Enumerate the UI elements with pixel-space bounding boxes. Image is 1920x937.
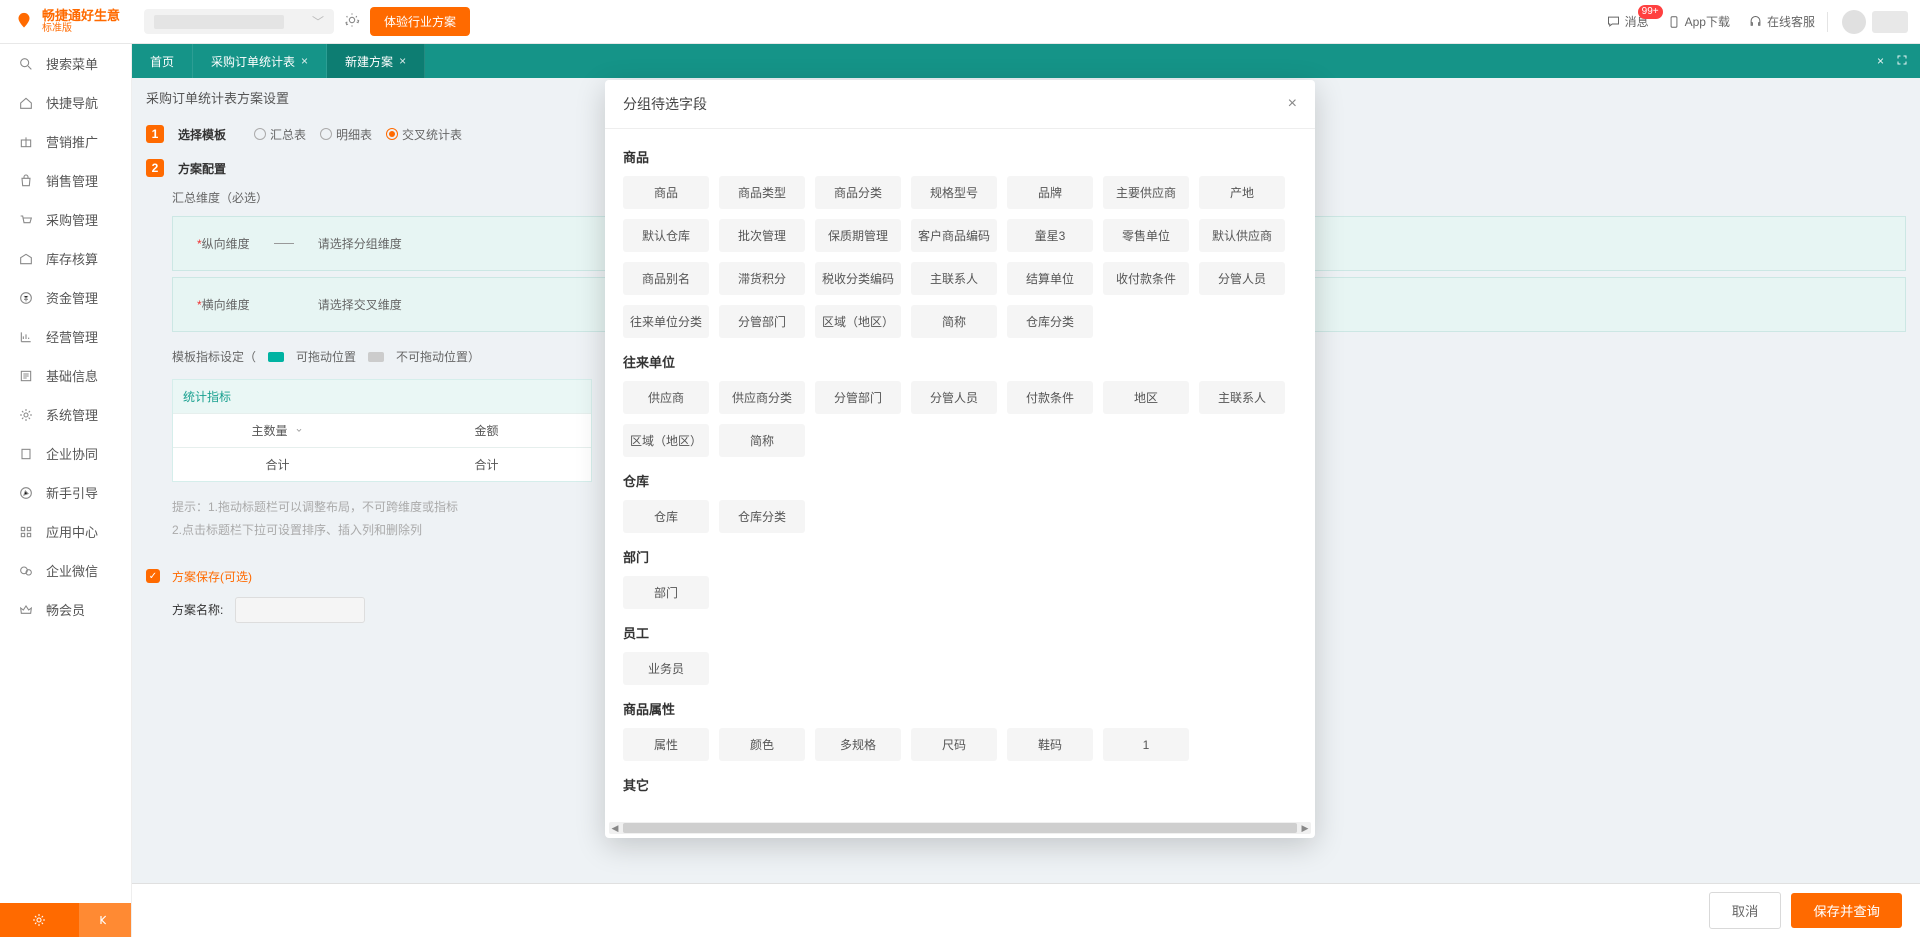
field-tag[interactable]: 简称 xyxy=(719,424,805,457)
field-tag[interactable]: 零售单位 xyxy=(1103,219,1189,252)
field-tag[interactable]: 区域（地区） xyxy=(815,305,901,338)
field-tag[interactable]: 童星3 xyxy=(1007,219,1093,252)
field-tag[interactable]: 默认供应商 xyxy=(1199,219,1285,252)
field-tag[interactable]: 商品分类 xyxy=(815,176,901,209)
field-tag[interactable]: 分管人员 xyxy=(911,381,997,414)
field-picker-modal: 分组待选字段 × 商品商品商品类型商品分类规格型号品牌主要供应商产地默认仓库批次… xyxy=(605,80,1315,838)
field-tag[interactable]: 滞货积分 xyxy=(719,262,805,295)
field-tag[interactable]: 仓库分类 xyxy=(1007,305,1093,338)
modal-title: 分组待选字段 xyxy=(623,94,707,114)
field-tag[interactable]: 税收分类编码 xyxy=(815,262,901,295)
field-tags: 业务员 xyxy=(623,652,1297,685)
field-tag[interactable]: 规格型号 xyxy=(911,176,997,209)
modal-hscrollbar[interactable]: ◀ ▶ xyxy=(609,822,1311,834)
field-tags: 商品商品类型商品分类规格型号品牌主要供应商产地默认仓库批次管理保质期管理客户商品… xyxy=(623,176,1297,338)
field-tag[interactable]: 客户商品编码 xyxy=(911,219,997,252)
modal-close-button[interactable]: × xyxy=(1288,95,1297,113)
field-tag[interactable]: 分管人员 xyxy=(1199,262,1285,295)
field-tag[interactable]: 属性 xyxy=(623,728,709,761)
field-tag[interactable]: 往来单位分类 xyxy=(623,305,709,338)
field-tag[interactable]: 商品类型 xyxy=(719,176,805,209)
field-tag[interactable]: 主联系人 xyxy=(911,262,997,295)
field-tag[interactable]: 主联系人 xyxy=(1199,381,1285,414)
field-tag[interactable]: 多规格 xyxy=(815,728,901,761)
field-tag[interactable]: 颜色 xyxy=(719,728,805,761)
field-tag[interactable]: 区域（地区） xyxy=(623,424,709,457)
field-tag[interactable]: 商品别名 xyxy=(623,262,709,295)
field-tag[interactable]: 商品 xyxy=(623,176,709,209)
field-tag[interactable]: 批次管理 xyxy=(719,219,805,252)
field-group-title: 商品属性 xyxy=(623,699,1297,718)
field-tags: 供应商供应商分类分管部门分管人员付款条件地区主联系人区域（地区） 简称 xyxy=(623,381,1297,457)
field-tag[interactable]: 仓库分类 xyxy=(719,500,805,533)
field-tag[interactable]: 1 xyxy=(1103,728,1189,761)
field-tag[interactable]: 分管部门 xyxy=(719,305,805,338)
field-tags: 部门 xyxy=(623,576,1297,609)
field-tag[interactable]: 供应商分类 xyxy=(719,381,805,414)
field-tags: 仓库仓库分类 xyxy=(623,500,1297,533)
field-tag[interactable]: 简称 xyxy=(911,305,997,338)
modal-body: 商品商品商品类型商品分类规格型号品牌主要供应商产地默认仓库批次管理保质期管理客户… xyxy=(605,129,1315,822)
field-tag[interactable]: 品牌 xyxy=(1007,176,1093,209)
field-tag[interactable]: 仓库 xyxy=(623,500,709,533)
field-tag[interactable]: 部门 xyxy=(623,576,709,609)
field-group-title: 商品 xyxy=(623,147,1297,166)
field-tag[interactable]: 产地 xyxy=(1199,176,1285,209)
field-group-title: 往来单位 xyxy=(623,352,1297,371)
field-tag[interactable]: 鞋码 xyxy=(1007,728,1093,761)
scroll-left-icon[interactable]: ◀ xyxy=(609,822,621,834)
field-group-title: 其它 xyxy=(623,775,1297,794)
field-tags: 属性颜色多规格尺码鞋码 1 xyxy=(623,728,1297,761)
field-tag[interactable]: 业务员 xyxy=(623,652,709,685)
field-tag[interactable]: 地区 xyxy=(1103,381,1189,414)
field-tag[interactable]: 收付款条件 xyxy=(1103,262,1189,295)
field-tag[interactable]: 默认仓库 xyxy=(623,219,709,252)
field-tag[interactable]: 付款条件 xyxy=(1007,381,1093,414)
scroll-right-icon[interactable]: ▶ xyxy=(1299,822,1311,834)
field-tag[interactable]: 供应商 xyxy=(623,381,709,414)
field-tag[interactable]: 分管部门 xyxy=(815,381,901,414)
field-group-title: 部门 xyxy=(623,547,1297,566)
field-group-title: 仓库 xyxy=(623,471,1297,490)
field-group-title: 员工 xyxy=(623,623,1297,642)
field-tag[interactable]: 结算单位 xyxy=(1007,262,1093,295)
field-tag[interactable]: 主要供应商 xyxy=(1103,176,1189,209)
field-tag[interactable]: 尺码 xyxy=(911,728,997,761)
field-tag[interactable]: 保质期管理 xyxy=(815,219,901,252)
